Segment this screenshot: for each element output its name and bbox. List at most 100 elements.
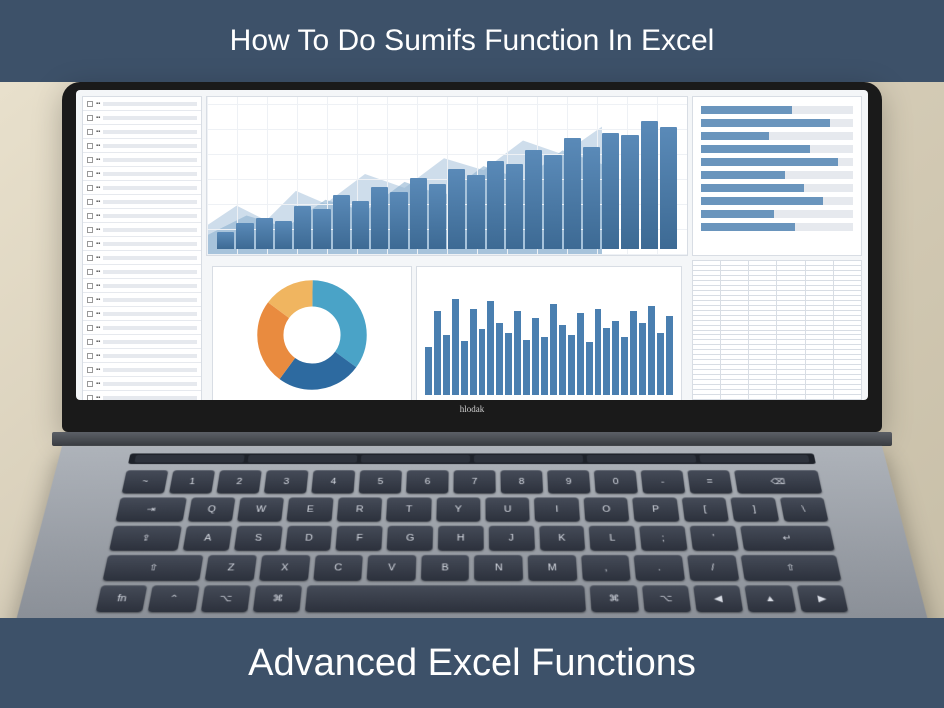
key[interactable]: I (534, 497, 579, 521)
key[interactable]: fn (96, 585, 148, 612)
key[interactable]: C (313, 555, 363, 581)
laptop-hinge (52, 432, 892, 446)
list-item: ▪▪ (83, 363, 201, 377)
key[interactable]: ] (730, 497, 778, 521)
key[interactable]: M (528, 555, 577, 581)
key[interactable]: ⌘ (590, 585, 639, 612)
key[interactable]: ↵ (740, 526, 835, 551)
key[interactable]: 5 (359, 470, 402, 493)
table-cell (721, 296, 748, 300)
table-cell (749, 340, 776, 344)
table-cell (806, 360, 833, 364)
key[interactable]: K (539, 526, 586, 551)
table-cell (777, 311, 804, 315)
title-banner: How To Do Sumifs Function In Excel (0, 0, 944, 82)
key[interactable]: 6 (406, 470, 449, 493)
subtitle-banner: Advanced Excel Functions (0, 618, 944, 708)
key[interactable]: ⌃ (148, 585, 199, 612)
key[interactable]: ⇪ (109, 526, 182, 551)
key[interactable]: P (632, 497, 679, 521)
key[interactable]: . (634, 555, 685, 581)
key[interactable]: 9 (547, 470, 590, 493)
key[interactable]: W (237, 497, 284, 521)
key[interactable]: ' (689, 526, 738, 551)
key[interactable]: O (583, 497, 629, 521)
table-cell (806, 350, 833, 354)
bar (583, 147, 600, 249)
key[interactable]: D (285, 526, 333, 551)
key[interactable]: F (336, 526, 383, 551)
key[interactable]: 7 (453, 470, 495, 493)
list-item: ▪▪ (83, 167, 201, 181)
key[interactable]: X (259, 555, 310, 581)
key[interactable]: G (387, 526, 433, 551)
table-cell (749, 331, 776, 335)
key[interactable]: A (183, 526, 232, 551)
key[interactable]: H (438, 526, 484, 551)
key[interactable]: 3 (264, 470, 309, 493)
table-cell (721, 360, 748, 364)
table-cell (749, 370, 776, 374)
key[interactable]: = (687, 470, 732, 493)
key[interactable]: 8 (500, 470, 543, 493)
key[interactable]: J (489, 526, 535, 551)
key[interactable]: L (589, 526, 636, 551)
table-cell (777, 326, 804, 330)
key[interactable]: ⇧ (103, 555, 204, 581)
key[interactable]: ⇧ (740, 555, 841, 581)
key[interactable]: ⌥ (642, 585, 692, 612)
key[interactable]: Q (187, 497, 235, 521)
key[interactable]: Z (205, 555, 257, 581)
key[interactable]: ⌘ (253, 585, 303, 612)
key[interactable]: B (421, 555, 470, 581)
key[interactable]: N (475, 555, 524, 581)
table-cell (777, 316, 804, 320)
key[interactable] (305, 585, 586, 612)
key[interactable]: 0 (594, 470, 638, 493)
key[interactable]: ▶ (796, 585, 848, 612)
table-cell (721, 331, 748, 335)
laptop: ▪▪▪▪▪▪▪▪▪▪▪▪▪▪▪▪▪▪▪▪▪▪▪▪▪▪▪▪▪▪▪▪▪▪▪▪▪▪▪▪… (62, 82, 882, 670)
key[interactable]: Y (436, 497, 480, 521)
bar (390, 192, 407, 249)
key[interactable]: E (287, 497, 334, 521)
bar (294, 206, 311, 249)
key[interactable]: ◀ (693, 585, 743, 612)
key[interactable]: ⌥ (200, 585, 250, 612)
key[interactable]: \ (779, 497, 828, 521)
table-cell (721, 321, 748, 325)
key[interactable]: 2 (216, 470, 261, 493)
key[interactable]: - (641, 470, 686, 493)
list-item: ▪▪ (83, 237, 201, 251)
table-cell (806, 321, 833, 325)
table-cell (693, 296, 720, 300)
key[interactable]: S (234, 526, 283, 551)
key[interactable]: , (581, 555, 631, 581)
list-item: ▪▪ (83, 209, 201, 223)
key[interactable]: 1 (169, 470, 215, 493)
key[interactable]: U (485, 497, 530, 521)
key[interactable]: ⇥ (115, 497, 186, 521)
key[interactable]: 4 (311, 470, 355, 493)
hbar-row (701, 196, 853, 206)
key[interactable]: V (367, 555, 416, 581)
key[interactable]: ; (639, 526, 687, 551)
table-cell (721, 340, 748, 344)
key[interactable]: / (687, 555, 739, 581)
key[interactable]: R (337, 497, 383, 521)
subtitle-text: Advanced Excel Functions (248, 642, 696, 685)
list-item: ▪▪ (83, 97, 201, 111)
side-hbar-panel (692, 96, 862, 256)
key[interactable]: T (386, 497, 431, 521)
data-table (693, 261, 861, 400)
list-item: ▪▪ (83, 321, 201, 335)
key[interactable]: [ (681, 497, 729, 521)
mini-bar-chart (416, 266, 682, 400)
table-cell (749, 271, 776, 275)
list-item: ▪▪ (83, 391, 201, 400)
key[interactable]: ▲ (745, 585, 796, 612)
key[interactable]: ⌫ (734, 470, 822, 493)
key[interactable]: ~ (122, 470, 169, 493)
side-hbar-chart (693, 97, 861, 255)
table-cell (834, 375, 861, 379)
